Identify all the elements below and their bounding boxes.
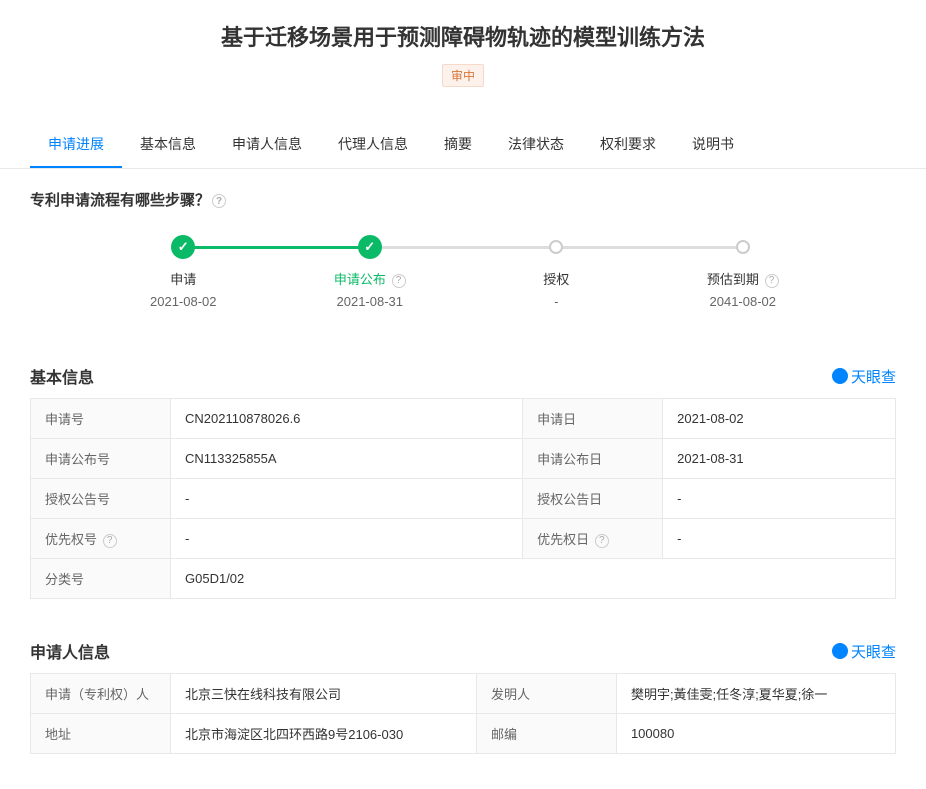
- tab-claims[interactable]: 权利要求: [582, 122, 674, 168]
- step-date: -: [463, 294, 650, 309]
- status-badge: 审中: [442, 64, 484, 87]
- field-value: CN113325855A: [171, 439, 523, 479]
- watermark: 天眼查: [832, 641, 896, 662]
- page-title: 基于迁移场景用于预测障碍物轨迹的模型训练方法: [0, 20, 926, 52]
- field-value: -: [171, 479, 523, 519]
- help-icon[interactable]: ?: [103, 534, 117, 548]
- tab-abstract[interactable]: 摘要: [426, 122, 490, 168]
- basic-info-table: 申请号 CN202110878026.6 申请日 2021-08-02 申请公布…: [30, 398, 896, 599]
- field-value-link[interactable]: G05D1/02: [171, 559, 896, 599]
- field-value: 100080: [616, 714, 895, 754]
- field-value-link[interactable]: 北京三快在线科技有限公司: [171, 674, 477, 714]
- field-value: -: [171, 519, 523, 559]
- step-date: 2021-08-31: [277, 294, 464, 309]
- field-label: 优先权日 ?: [523, 519, 663, 559]
- tab-applicant[interactable]: 申请人信息: [214, 122, 320, 168]
- help-icon[interactable]: ?: [765, 274, 779, 288]
- help-icon[interactable]: ?: [595, 534, 609, 548]
- field-value: 2021-08-31: [663, 439, 896, 479]
- step-date: 2041-08-02: [650, 294, 837, 309]
- field-label: 申请公布日: [523, 439, 663, 479]
- step-label: 申请: [90, 269, 277, 288]
- field-label: 分类号: [31, 559, 171, 599]
- step-done-icon: [171, 235, 195, 259]
- tab-legal[interactable]: 法律状态: [490, 122, 582, 168]
- field-label: 申请公布号: [31, 439, 171, 479]
- step-pending-icon: [736, 240, 750, 254]
- step-done-icon: [358, 235, 382, 259]
- field-label: 申请（专利权）人: [31, 674, 171, 714]
- tab-progress[interactable]: 申请进展: [30, 122, 122, 168]
- field-label: 优先权号 ?: [31, 519, 171, 559]
- watermark: 天眼查: [832, 366, 896, 387]
- applicant-info-title: 申请人信息: [30, 639, 110, 663]
- field-label: 邮编: [476, 714, 616, 754]
- field-value: 樊明宇;黃佳雯;任冬淳;夏华夏;徐一: [616, 674, 895, 714]
- field-value: -: [663, 519, 896, 559]
- help-icon[interactable]: ?: [392, 274, 406, 288]
- step-label: 申请公布 ?: [277, 269, 464, 288]
- field-value: -: [663, 479, 896, 519]
- step-date: 2021-08-02: [90, 294, 277, 309]
- tab-agent[interactable]: 代理人信息: [320, 122, 426, 168]
- field-label: 授权公告日: [523, 479, 663, 519]
- step-label: 授权: [463, 269, 650, 288]
- progress-question: 专利申请流程有哪些步骤？?: [30, 189, 896, 210]
- step-pending-icon: [549, 240, 563, 254]
- field-label: 授权公告号: [31, 479, 171, 519]
- field-label: 地址: [31, 714, 171, 754]
- field-label: 申请号: [31, 399, 171, 439]
- field-label: 申请日: [523, 399, 663, 439]
- tab-spec[interactable]: 说明书: [674, 122, 752, 168]
- tab-bar: 申请进展 基本信息 申请人信息 代理人信息 摘要 法律状态 权利要求 说明书: [0, 122, 926, 169]
- field-value: 2021-08-02: [663, 399, 896, 439]
- help-icon[interactable]: ?: [212, 194, 226, 208]
- tab-basic[interactable]: 基本信息: [122, 122, 214, 168]
- progress-timeline: 申请 2021-08-02 申请公布 ? 2021-08-31 授权 - 预估到…: [30, 235, 896, 329]
- basic-info-title: 基本信息: [30, 364, 94, 388]
- step-label: 预估到期 ?: [650, 269, 837, 288]
- field-value: 北京市海淀区北四环西路9号2106-030: [171, 714, 477, 754]
- field-label: 发明人: [476, 674, 616, 714]
- applicant-info-table: 申请（专利权）人 北京三快在线科技有限公司 发明人 樊明宇;黃佳雯;任冬淳;夏华…: [30, 673, 896, 754]
- field-value: CN202110878026.6: [171, 399, 523, 439]
